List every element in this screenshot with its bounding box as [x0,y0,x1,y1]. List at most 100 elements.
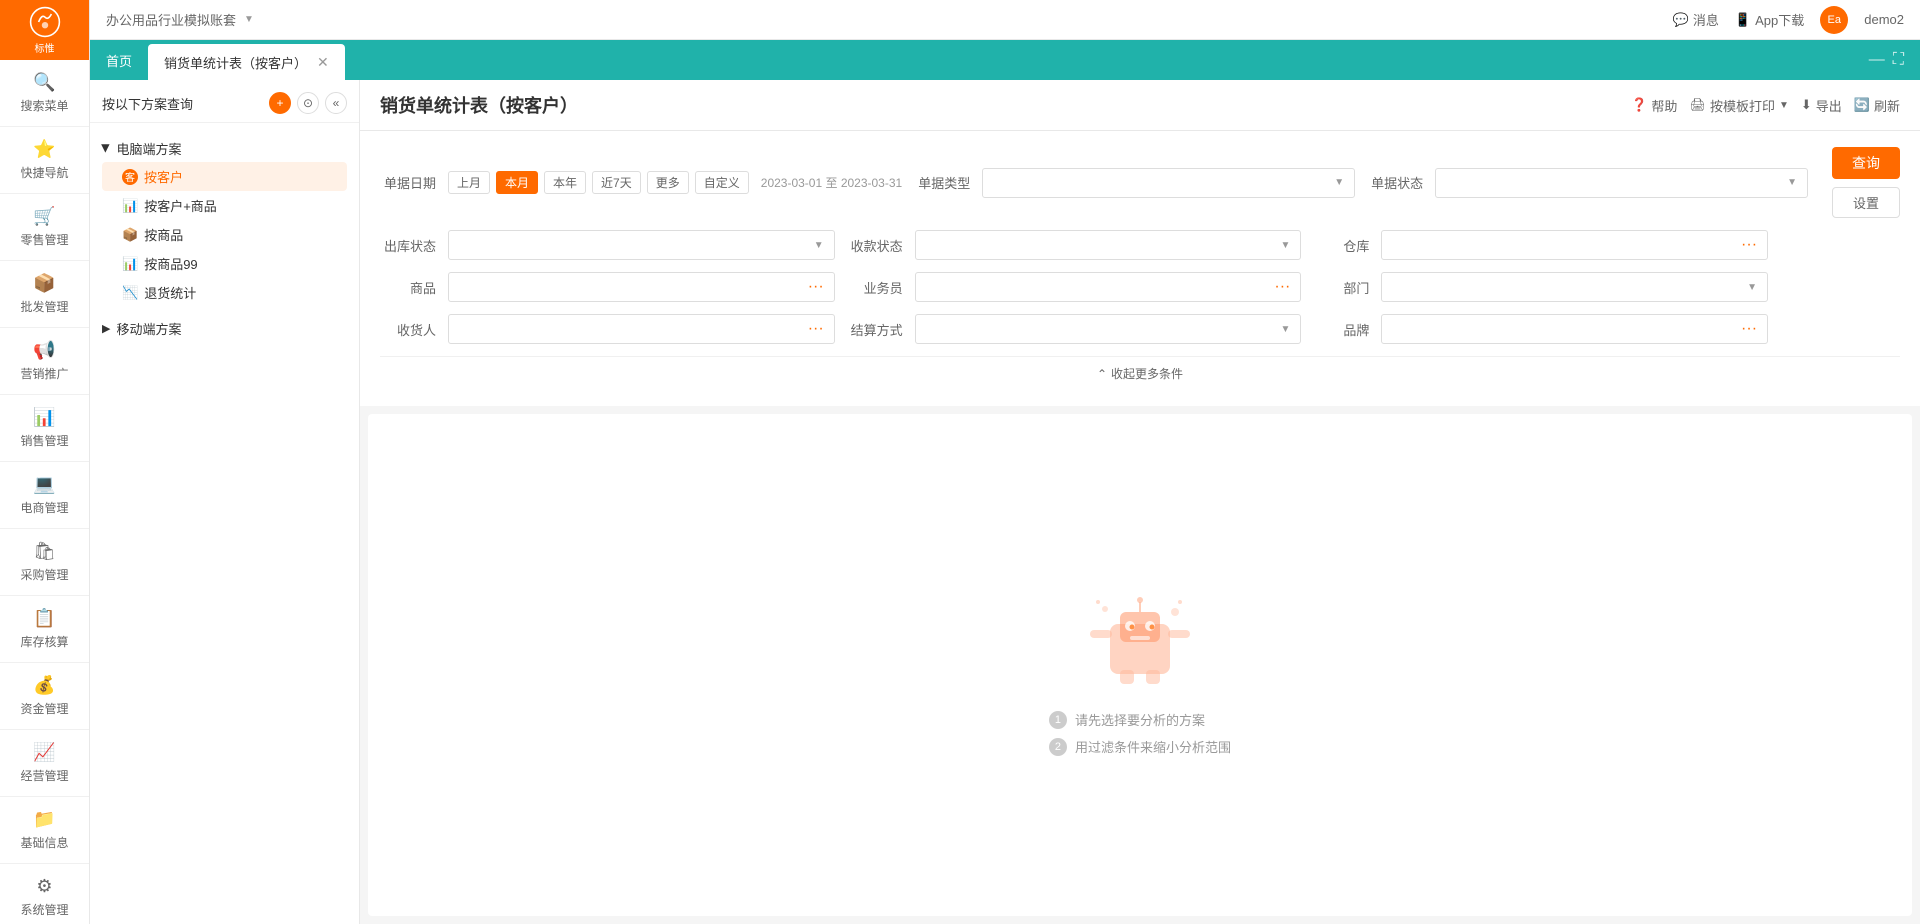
desktop-group-chevron: ▶ [100,144,113,152]
filter-row-product: 商品 ··· 业务员 ··· 部门 ▼ [380,272,1900,302]
sidebar-item-basic-label: 基础信息 [20,834,68,851]
tab-minimize-button[interactable]: — [1869,51,1885,69]
sidebar-item-ecom[interactable]: 💻 电商管理 [0,462,90,529]
settle-method-dropdown-icon: ▼ [1280,324,1290,335]
date-more-button[interactable]: 更多 [647,171,689,194]
message-icon: 💬 [1673,12,1689,28]
warehouse-select[interactable]: ··· [1381,230,1768,260]
sidebar-item-retail[interactable]: 🛒 零售管理 [0,194,90,261]
tip-num-1: 1 [1049,711,1067,729]
empty-tips: 1 请先选择要分析的方案 2 用过滤条件来缩小分析范围 [1049,710,1231,756]
sidebar-item-inventory[interactable]: 📋 库存核算 [0,596,90,663]
sidebar-item-retail-label: 零售管理 [20,231,68,248]
date-this-month-button[interactable]: 本月 [496,171,538,194]
date-quick-buttons: 上月 本月 本年 近7天 更多 自定义 2023-03-01 至 2023-03… [448,171,902,194]
tree-group-mobile-title[interactable]: ▶ 移动端方案 [102,315,347,342]
sidebar-item-system[interactable]: ⚙ 系统管理 [0,864,90,924]
date-last-month-button[interactable]: 上月 [448,171,490,194]
tree-item-product-label: 按商品 [144,225,183,244]
mobile-group-chevron: ▶ [102,322,110,335]
print-button[interactable]: 🖨 按模板打印 ▼ [1689,96,1788,115]
salesperson-select[interactable]: ··· [915,272,1302,302]
tab-expand-controls: — ⛶ [1869,51,1904,69]
empty-tip-1: 1 请先选择要分析的方案 [1049,710,1231,729]
help-button[interactable]: ❓ 帮助 [1631,96,1677,115]
sidebar-item-operations[interactable]: 📈 经营管理 [0,730,90,797]
receipt-status-label: 收款状态 [847,236,903,255]
department-label: 部门 [1313,278,1369,297]
customer-scheme-icon: 客 [122,169,138,185]
app-download-button[interactable]: 📱 App下载 [1735,10,1804,29]
sales-stats-tab-label: 销货单统计表（按客户） [164,53,307,72]
date-last-7days-button[interactable]: 近7天 [592,171,641,194]
export-icon: ⬇ [1801,97,1812,113]
sidebar-item-search[interactable]: 🔍 搜索菜单 [0,60,90,127]
sidebar-item-purchase[interactable]: 🛍 采购管理 [0,529,90,596]
settle-method-select[interactable]: ▼ [915,314,1302,344]
tree-item-return-stats[interactable]: 📉 退货统计 [102,278,347,307]
sidebar-item-finance[interactable]: 💰 资金管理 [0,663,90,730]
product99-icon: 📊 [122,256,138,272]
query-button[interactable]: 查询 [1832,147,1900,179]
marketing-icon: 📢 [33,340,55,361]
dropdown-arrow-icon: ▼ [244,14,254,25]
sidebar-item-quick-nav[interactable]: ⭐ 快捷导航 [0,127,90,194]
tab-close-button[interactable]: ✕ [317,54,329,71]
export-button[interactable]: ⬇ 导出 [1801,96,1842,115]
sidebar-item-inventory-label: 库存核算 [20,633,68,650]
sidebar-item-wholesale[interactable]: 📦 批发管理 [0,261,90,328]
tab-maximize-button[interactable]: ⛶ [1893,51,1904,69]
message-button[interactable]: 💬 消息 [1673,10,1719,29]
department-dropdown-icon: ▼ [1747,282,1757,293]
tab-home[interactable]: 首页 [90,40,148,80]
tree-group-desktop: ▶ 电脑端方案 客 按客户 📊 按客户+商品 📦 按商品 [90,131,359,311]
filter-row-date: 单据日期 上月 本月 本年 近7天 更多 自定义 2023-03-01 至 20… [380,147,1900,218]
tab-sales-stats[interactable]: 销货单统计表（按客户） ✕ [148,44,345,80]
page-actions: ❓ 帮助 🖨 按模板打印 ▼ ⬇ 导出 🔄 刷新 [1631,96,1900,115]
date-custom-button[interactable]: 自定义 [695,171,749,194]
tree-group-mobile: ▶ 移动端方案 [90,311,359,346]
print-label: 按模板打印 [1710,96,1775,115]
product-dots-icon: ··· [808,278,824,296]
date-this-year-button[interactable]: 本年 [544,171,586,194]
collapse-bar[interactable]: ⌃ 收起更多条件 [380,356,1900,390]
tip-num-2: 2 [1049,738,1067,756]
bill-status-select[interactable]: ▼ [1435,168,1808,198]
tree-item-by-product[interactable]: 📦 按商品 [102,220,347,249]
help-label: 帮助 [1651,96,1677,115]
refresh-button[interactable]: 🔄 刷新 [1854,96,1900,115]
sidebar-item-marketing[interactable]: 📢 营销推广 [0,328,90,395]
out-status-label: 出库状态 [380,236,436,255]
sidebar-item-quick-nav-label: 快捷导航 [20,164,68,181]
receiver-select[interactable]: ··· [448,314,835,344]
user-initials: Ea [1828,14,1841,26]
out-status-select[interactable]: ▼ [448,230,835,260]
sales-icon: 📊 [33,407,55,428]
tree-group-desktop-title[interactable]: ▶ 电脑端方案 [102,135,347,162]
bill-type-select[interactable]: ▼ [982,168,1355,198]
help-icon: ❓ [1631,97,1647,113]
basic-icon: 📁 [33,809,55,830]
sidebar-item-basic[interactable]: 📁 基础信息 [0,797,90,864]
sidebar-item-ecom-label: 电商管理 [20,499,68,516]
tree-item-customer-product[interactable]: 📊 按客户+商品 [102,191,347,220]
tree-item-by-customer[interactable]: 客 按客户 [102,162,347,191]
brand-select[interactable]: ··· [1381,314,1768,344]
left-panel-title: 按以下方案查询 [102,94,193,113]
tree-item-product99[interactable]: 📊 按商品99 [102,249,347,278]
scheme-settings-button[interactable]: ⊙ [297,92,319,114]
receipt-status-select[interactable]: ▼ [915,230,1302,260]
customer-product-icon: 📊 [122,198,138,214]
brand-dots-icon: ··· [1741,320,1757,338]
tree-item-customer-product-label: 按客户+商品 [144,196,217,215]
settings-button[interactable]: 设置 [1832,187,1900,218]
empty-state: 1 请先选择要分析的方案 2 用过滤条件来缩小分析范围 [368,414,1912,916]
collapse-panel-button[interactable]: « [325,92,347,114]
salesperson-label: 业务员 [847,278,903,297]
sidebar-item-sales[interactable]: 📊 销售管理 [0,395,90,462]
add-scheme-button[interactable]: + [269,92,291,114]
download-icon: 📱 [1735,12,1751,28]
avatar[interactable]: Ea [1820,6,1848,34]
product-select[interactable]: ··· [448,272,835,302]
department-select[interactable]: ▼ [1381,272,1768,302]
